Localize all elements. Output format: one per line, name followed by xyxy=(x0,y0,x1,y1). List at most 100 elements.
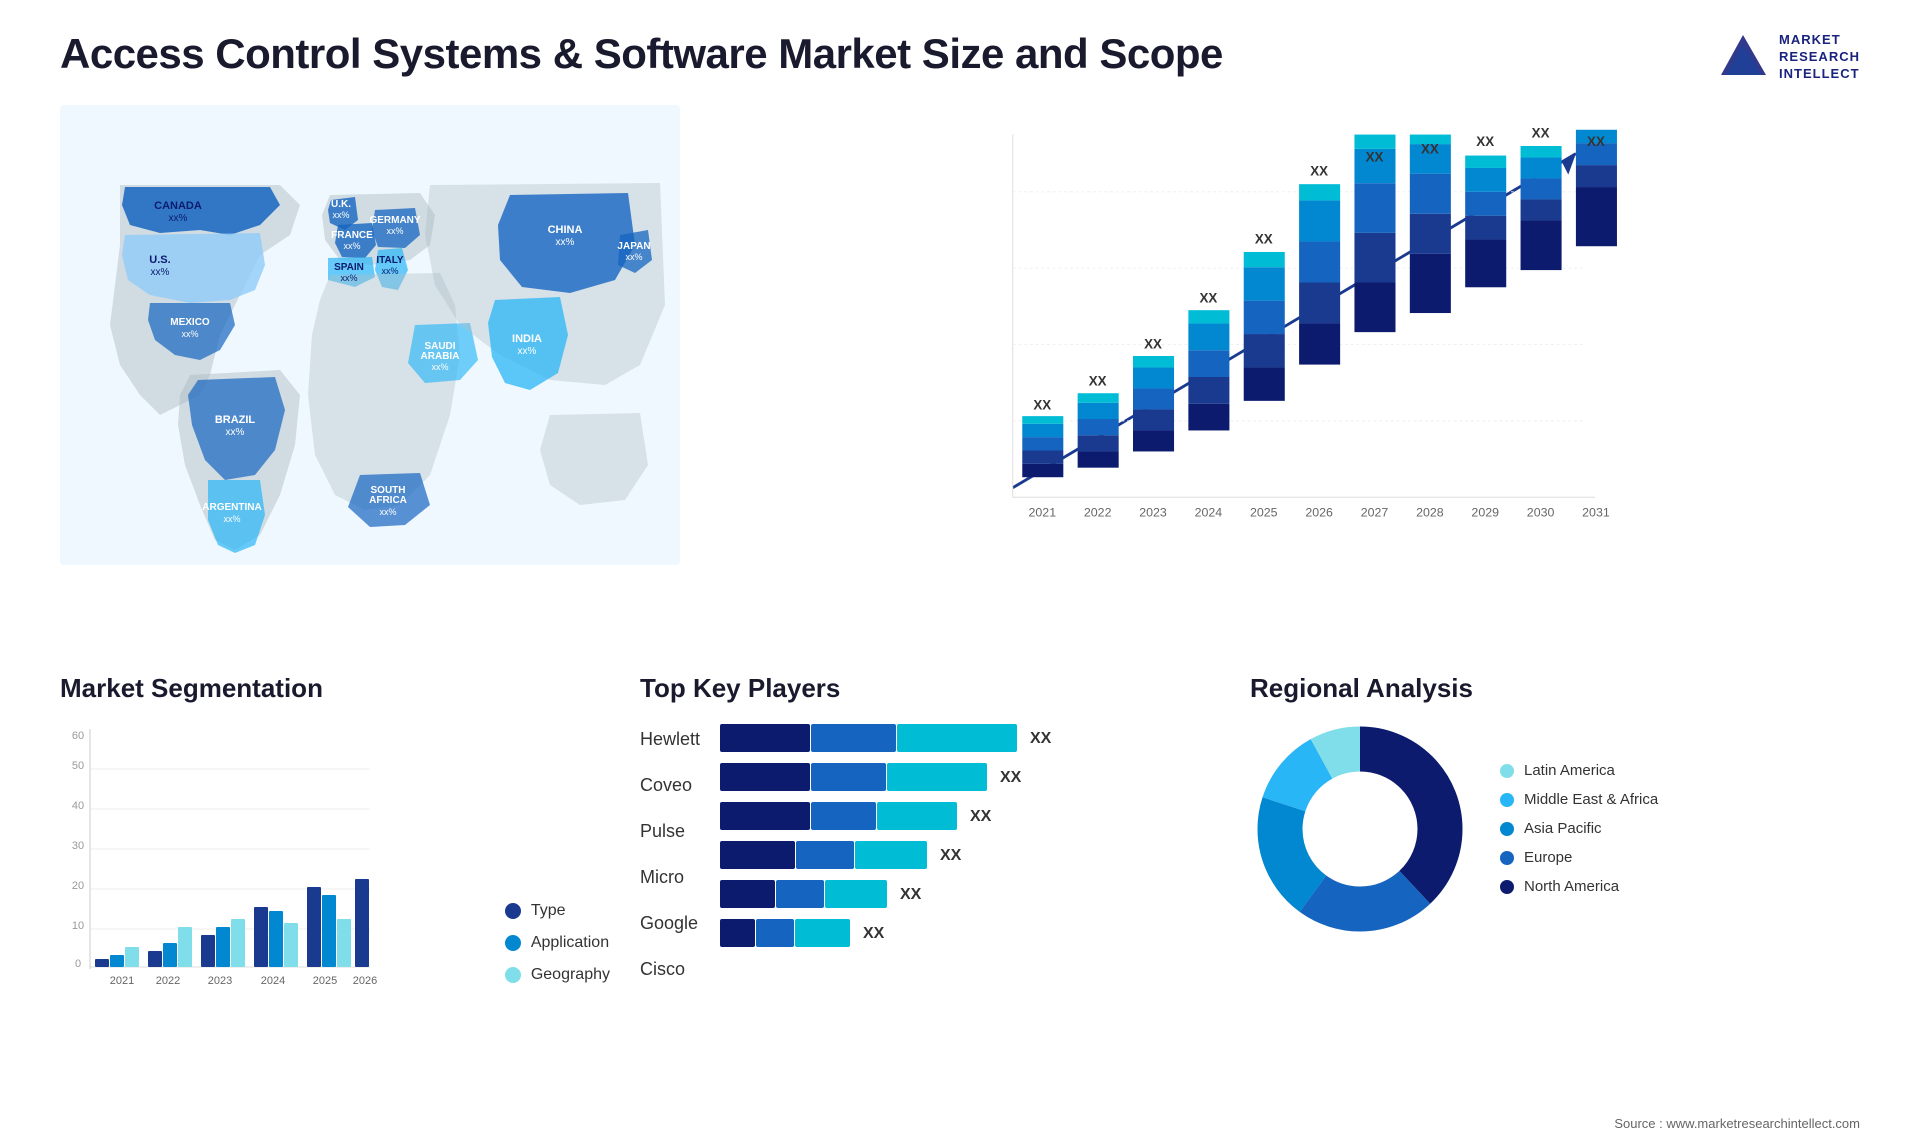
svg-text:XX: XX xyxy=(1033,397,1051,412)
player-cisco: Cisco xyxy=(640,954,700,986)
svg-text:xx%: xx% xyxy=(332,210,349,220)
type-dot xyxy=(505,903,521,919)
svg-text:2025: 2025 xyxy=(313,975,337,987)
players-names: Hewlett Coveo Pulse Micro Google Cisco xyxy=(640,719,700,986)
europe-dot xyxy=(1500,851,1514,865)
player-coveo: Coveo xyxy=(640,770,700,802)
svg-text:xx%: xx% xyxy=(226,427,245,438)
asia-pacific-label: Asia Pacific xyxy=(1524,820,1602,837)
svg-text:XX: XX xyxy=(1310,164,1328,179)
svg-text:XX: XX xyxy=(970,808,992,825)
middle-east-label: Middle East & Africa xyxy=(1524,791,1658,808)
svg-text:2024: 2024 xyxy=(261,975,285,987)
svg-text:2024: 2024 xyxy=(1195,505,1223,519)
svg-text:U.S.: U.S. xyxy=(149,254,170,266)
svg-text:XX: XX xyxy=(1532,125,1550,140)
svg-text:MEXICO: MEXICO xyxy=(170,317,210,328)
svg-text:xx%: xx% xyxy=(151,267,170,278)
svg-text:SPAIN: SPAIN xyxy=(334,262,364,273)
svg-text:xx%: xx% xyxy=(223,514,240,524)
svg-text:xx%: xx% xyxy=(181,329,198,339)
legend-geography: Geography xyxy=(505,966,610,984)
bottom-grid: Market Segmentation 0 10 20 30 40 50 60 xyxy=(60,663,1860,1102)
svg-text:U.K.: U.K. xyxy=(331,199,351,210)
logo-icon xyxy=(1716,30,1771,85)
svg-text:2021: 2021 xyxy=(1029,505,1057,519)
svg-text:XX: XX xyxy=(863,925,885,942)
logo: MARKET RESEARCH INTELLECT xyxy=(1716,30,1860,85)
logo-text: MARKET RESEARCH INTELLECT xyxy=(1779,32,1860,83)
north-america-label: North America xyxy=(1524,878,1619,895)
application-label: Application xyxy=(531,934,609,952)
svg-text:XX: XX xyxy=(1255,231,1273,246)
svg-text:JAPAN: JAPAN xyxy=(617,241,650,252)
main-grid: CANADA xx% U.S. xx% MEXICO xx% BRAZIL xx… xyxy=(60,105,1860,1101)
svg-text:XX: XX xyxy=(1000,769,1022,786)
middle-east-dot xyxy=(1500,793,1514,807)
svg-text:2027: 2027 xyxy=(1361,505,1389,519)
svg-text:xx%: xx% xyxy=(556,237,575,248)
svg-text:2022: 2022 xyxy=(156,975,180,987)
donut-svg xyxy=(1250,719,1470,939)
player-pulse: Pulse xyxy=(640,816,700,848)
header: Access Control Systems & Software Market… xyxy=(60,30,1860,85)
svg-text:2030: 2030 xyxy=(1527,505,1555,519)
svg-text:XX: XX xyxy=(1587,134,1605,149)
players-section: Top Key Players Hewlett Coveo Pulse Micr… xyxy=(640,663,1220,996)
latin-america-label: Latin America xyxy=(1524,762,1615,779)
segmentation-section: Market Segmentation 0 10 20 30 40 50 60 xyxy=(60,663,610,1024)
segmentation-chart-svg: 0 10 20 30 40 50 60 xyxy=(60,719,380,1009)
svg-text:xx%: xx% xyxy=(518,346,537,357)
svg-text:xx%: xx% xyxy=(386,226,403,236)
svg-text:xx%: xx% xyxy=(381,266,398,276)
asia-pacific-dot xyxy=(1500,822,1514,836)
latin-america-dot xyxy=(1500,764,1514,778)
svg-text:xx%: xx% xyxy=(379,507,396,517)
world-map-svg: CANADA xx% U.S. xx% MEXICO xx% BRAZIL xx… xyxy=(60,105,680,565)
svg-text:2031: 2031 xyxy=(1582,505,1610,519)
legend-europe: Europe xyxy=(1500,849,1658,866)
svg-text:xx%: xx% xyxy=(431,362,448,372)
svg-text:XX: XX xyxy=(900,886,922,903)
legend-asia-pacific: Asia Pacific xyxy=(1500,820,1658,837)
svg-text:20: 20 xyxy=(72,880,84,892)
svg-text:30: 30 xyxy=(72,840,84,852)
page-container: Access Control Systems & Software Market… xyxy=(0,0,1920,1146)
svg-text:ITALY: ITALY xyxy=(376,255,404,266)
svg-text:10: 10 xyxy=(72,920,84,932)
svg-text:BRAZIL: BRAZIL xyxy=(215,414,256,426)
svg-text:XX: XX xyxy=(1030,730,1052,747)
svg-text:2023: 2023 xyxy=(1139,505,1167,519)
map-section: CANADA xx% U.S. xx% MEXICO xx% BRAZIL xx… xyxy=(60,105,660,565)
svg-text:2029: 2029 xyxy=(1471,505,1499,519)
svg-text:XX: XX xyxy=(1144,336,1162,351)
segmentation-title: Market Segmentation xyxy=(60,673,610,704)
regional-section: Regional Analysis xyxy=(1250,663,1860,949)
geography-dot xyxy=(505,967,521,983)
svg-text:0: 0 xyxy=(75,958,81,970)
segmentation-content: 0 10 20 30 40 50 60 xyxy=(60,719,610,1014)
svg-text:xx%: xx% xyxy=(169,213,188,224)
seg-legend: Type Application Geography xyxy=(505,902,610,1014)
svg-text:2028: 2028 xyxy=(1416,505,1444,519)
player-hewlett: Hewlett xyxy=(640,724,700,756)
page-title: Access Control Systems & Software Market… xyxy=(60,30,1223,78)
bar-chart-section: XX 2021 XX 2022 XX 2023 xyxy=(680,105,1860,565)
svg-text:ARGENTINA: ARGENTINA xyxy=(202,502,261,513)
svg-text:50: 50 xyxy=(72,760,84,772)
svg-text:40: 40 xyxy=(72,800,84,812)
svg-text:60: 60 xyxy=(72,730,84,742)
svg-text:2021: 2021 xyxy=(110,975,134,987)
legend-middle-east: Middle East & Africa xyxy=(1500,791,1658,808)
europe-label: Europe xyxy=(1524,849,1572,866)
svg-text:AFRICA: AFRICA xyxy=(369,495,407,506)
svg-text:XX: XX xyxy=(1476,134,1494,149)
svg-text:2025: 2025 xyxy=(1250,505,1278,519)
player-google: Google xyxy=(640,908,700,940)
svg-text:INDIA: INDIA xyxy=(512,333,542,345)
svg-text:FRANCE: FRANCE xyxy=(331,230,373,241)
svg-text:xx%: xx% xyxy=(625,252,642,262)
player-micro: Micro xyxy=(640,862,700,894)
bar-chart-svg: XX 2021 XX 2022 XX 2023 xyxy=(720,125,1840,545)
players-title: Top Key Players xyxy=(640,673,1220,704)
